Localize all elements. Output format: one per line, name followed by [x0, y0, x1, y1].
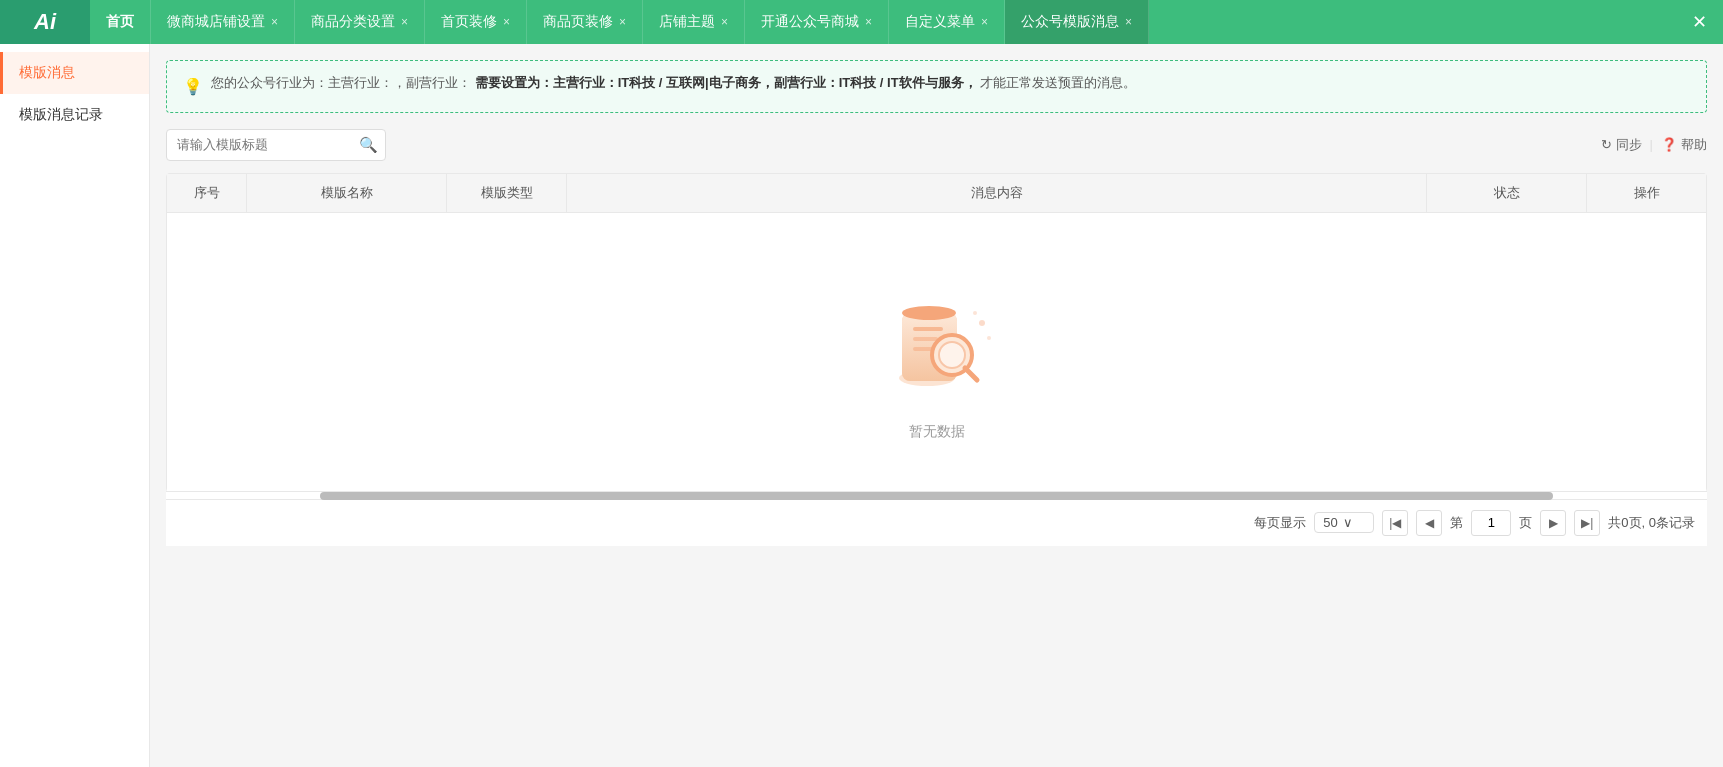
- nav-tab-wsc[interactable]: 微商城店铺设置×: [151, 0, 295, 44]
- svg-point-10: [979, 320, 985, 326]
- col-header-content: 消息内容: [567, 173, 1427, 212]
- col-header-action: 操作: [1587, 173, 1707, 212]
- search-input-wrap: 🔍: [166, 129, 386, 161]
- nav-tab-templatemsg[interactable]: 公众号模版消息×: [1005, 0, 1149, 44]
- tab-close-openchat[interactable]: ×: [865, 15, 872, 29]
- tab-close-productpage[interactable]: ×: [619, 15, 626, 29]
- svg-rect-6: [913, 347, 933, 351]
- data-table: 序号模版名称模版类型消息内容状态操作: [166, 173, 1707, 492]
- nav-tab-productpage[interactable]: 商品页装修×: [527, 0, 643, 44]
- notice-text: 您的公众号行业为：主营行业：，副营行业： 需要设置为：主营行业：IT科技 / 互…: [211, 73, 1136, 94]
- svg-point-3: [902, 306, 956, 320]
- search-actions: ↻ 同步 | ❓ 帮助: [1601, 136, 1707, 154]
- col-header-name: 模版名称: [247, 173, 447, 212]
- nav-tab-category[interactable]: 商品分类设置×: [295, 0, 425, 44]
- search-bar: 🔍 ↻ 同步 | ❓ 帮助: [166, 129, 1707, 161]
- col-header-status: 状态: [1427, 173, 1587, 212]
- nav-tab-theme[interactable]: 店铺主题×: [643, 0, 745, 44]
- search-icon[interactable]: 🔍: [359, 136, 378, 154]
- sync-icon: ↻: [1601, 137, 1612, 152]
- svg-rect-5: [913, 337, 938, 341]
- svg-point-11: [987, 336, 991, 340]
- empty-text: 暂无数据: [179, 423, 1694, 441]
- nav-tab-homepage[interactable]: 首页装修×: [425, 0, 527, 44]
- tab-close-theme[interactable]: ×: [721, 15, 728, 29]
- notice-prefix: 您的公众号行业为：主营行业：，副营行业：: [211, 75, 471, 90]
- global-close-button[interactable]: ✕: [1676, 0, 1723, 44]
- next-page-button[interactable]: ▶: [1540, 510, 1566, 536]
- main-layout: 模版消息模版消息记录 💡 您的公众号行业为：主营行业：，副营行业： 需要设置为：…: [0, 44, 1723, 767]
- tab-close-custommenu[interactable]: ×: [981, 15, 988, 29]
- scrollbar-thumb[interactable]: [320, 492, 1553, 500]
- page-label: 页: [1519, 514, 1532, 532]
- nav-tab-openchat[interactable]: 开通公众号商城×: [745, 0, 889, 44]
- col-header-seq: 序号: [167, 173, 247, 212]
- top-nav: Ai 首页微商城店铺设置×商品分类设置×首页装修×商品页装修×店铺主题×开通公众…: [0, 0, 1723, 44]
- notice-icon: 💡: [183, 74, 203, 100]
- help-label: 帮助: [1681, 136, 1707, 154]
- tab-close-category[interactable]: ×: [401, 15, 408, 29]
- notice-suffix: 才能正常发送预置的消息。: [980, 75, 1136, 90]
- page-size-value: 50: [1323, 515, 1337, 530]
- sidebar-item-record[interactable]: 模版消息记录: [0, 94, 149, 136]
- tab-close-wsc[interactable]: ×: [271, 15, 278, 29]
- svg-point-12: [973, 311, 977, 315]
- sidebar-item-template[interactable]: 模版消息: [0, 52, 149, 94]
- svg-line-9: [965, 368, 977, 380]
- tab-close-homepage[interactable]: ×: [503, 15, 510, 29]
- sidebar: 模版消息模版消息记录: [0, 44, 150, 767]
- brand-label: Ai: [34, 9, 56, 35]
- page-number-input[interactable]: [1471, 510, 1511, 536]
- notice-highlight: 需要设置为：主营行业：IT科技 / 互联网|电子商务，副营行业：IT科技 / I…: [475, 75, 977, 90]
- first-page-button[interactable]: |◀: [1382, 510, 1408, 536]
- chevron-down-icon: ∨: [1343, 515, 1353, 530]
- nav-tab-home[interactable]: 首页: [90, 0, 151, 44]
- pagination: 每页显示 50 ∨ |◀ ◀ 第 页 ▶ ▶| 共0页, 0条记录: [166, 499, 1707, 546]
- notice-box: 💡 您的公众号行业为：主营行业：，副营行业： 需要设置为：主营行业：IT科技 /…: [166, 60, 1707, 113]
- total-info: 共0页, 0条记录: [1608, 514, 1695, 532]
- page-size-label: 每页显示: [1254, 514, 1306, 532]
- sync-button[interactable]: ↻ 同步: [1601, 136, 1642, 154]
- svg-rect-4: [913, 327, 943, 331]
- sync-label: 同步: [1616, 136, 1642, 154]
- scrollbar-area[interactable]: [166, 491, 1707, 499]
- nav-tab-custommenu[interactable]: 自定义菜单×: [889, 0, 1005, 44]
- last-page-button[interactable]: ▶|: [1574, 510, 1600, 536]
- empty-state: 暂无数据: [179, 223, 1694, 481]
- divider: |: [1650, 137, 1653, 152]
- tab-close-templatemsg[interactable]: ×: [1125, 15, 1132, 29]
- search-input[interactable]: [166, 129, 386, 161]
- page-size-select[interactable]: 50 ∨: [1314, 512, 1374, 533]
- app-brand: Ai: [0, 0, 90, 44]
- col-header-type: 模版类型: [447, 173, 567, 212]
- help-icon: ❓: [1661, 137, 1677, 152]
- empty-icon: [877, 283, 997, 403]
- prev-page-button[interactable]: ◀: [1416, 510, 1442, 536]
- page-prefix: 第: [1450, 514, 1463, 532]
- svg-point-8: [939, 342, 965, 368]
- help-button[interactable]: ❓ 帮助: [1661, 136, 1707, 154]
- content-area: 💡 您的公众号行业为：主营行业：，副营行业： 需要设置为：主营行业：IT科技 /…: [150, 44, 1723, 767]
